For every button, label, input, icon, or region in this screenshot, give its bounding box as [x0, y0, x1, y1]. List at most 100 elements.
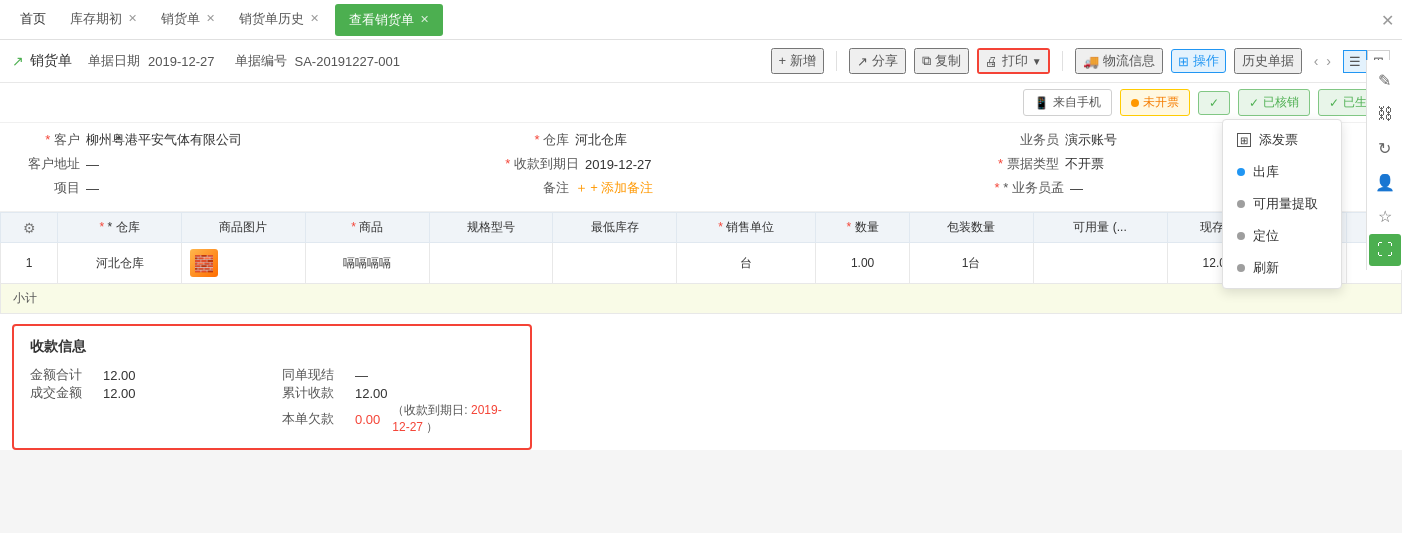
note-label: 备注 — [505, 179, 575, 197]
cumulative-label: 累计收款 — [282, 384, 347, 402]
dropdown-available-qty[interactable]: 可用量提取 — [1223, 188, 1341, 220]
tab-sales[interactable]: 销货单 ✕ — [149, 0, 227, 40]
table-wrapper: ⚙ * * 仓库 商品图片 * 商品 规格型号 最低库存 * 销售单位 * 数量… — [0, 212, 1402, 314]
tab-inventory[interactable]: 库存期初 ✕ — [58, 0, 149, 40]
cell-spec — [429, 243, 553, 284]
tab-sales-history-close[interactable]: ✕ — [310, 12, 319, 25]
table-header-row: ⚙ * * 仓库 商品图片 * 商品 规格型号 最低库存 * 销售单位 * 数量… — [1, 213, 1402, 243]
sidebar-expand-btn[interactable]: ⛶ — [1369, 234, 1401, 266]
dropdown-refresh[interactable]: 刷新 — [1223, 252, 1341, 284]
col-pack-qty: 包装数量 — [909, 213, 1033, 243]
window-close[interactable]: ✕ — [1381, 10, 1394, 29]
list-view-btn[interactable]: ☰ — [1343, 50, 1367, 73]
total-value: 12.00 — [103, 368, 136, 383]
address-value: — — [86, 157, 505, 172]
divider-1 — [836, 51, 837, 71]
add-note-btn[interactable]: ＋ + 添加备注 — [575, 179, 653, 197]
payment-col-left: 金额合计 12.00 成交金额 12.00 — [30, 366, 262, 436]
balance-row: 本单欠款 0.00 （收款到期日: 2019-12-27 ） — [282, 402, 514, 436]
cumulative-value: 12.00 — [355, 386, 388, 401]
col-warehouse: * * 仓库 — [58, 213, 182, 243]
doc-date-label: 单据日期 2019-12-27 — [88, 52, 215, 70]
operation-button[interactable]: ⊞ 操作 — [1171, 49, 1226, 73]
divider-2 — [1062, 51, 1063, 71]
cell-warehouse: 河北仓库 — [58, 243, 182, 284]
check-icon: ✓ — [1209, 96, 1219, 110]
dropdown-add-invoice[interactable]: ⊞ 添发票 — [1223, 124, 1341, 156]
same-order-row: 同单现结 — — [282, 366, 514, 384]
copy-button[interactable]: ⧉ 复制 — [914, 48, 969, 74]
nav-arrows: ‹ › — [1310, 51, 1335, 71]
cell-product-name: 嗝嗝嗝嗝 — [305, 243, 429, 284]
operation-dropdown: ⊞ 添发票 出库 可用量提取 定位 刷新 — [1222, 119, 1342, 289]
doc-header: ↗ 销货单 单据日期 2019-12-27 单据编号 SA-20191227-0… — [0, 40, 1402, 83]
logistics-icon: 🚚 — [1083, 54, 1099, 69]
employee-label: 业务员 — [995, 131, 1065, 149]
copy-icon: ⧉ — [922, 53, 931, 69]
locate-dot-icon — [1237, 232, 1245, 240]
ticket-type-label: * 票据类型 — [995, 155, 1065, 173]
from-phone-btn[interactable]: 📱 来自手机 — [1023, 89, 1112, 116]
not-open-btn[interactable]: 未开票 — [1120, 89, 1190, 116]
payment-grid: 金额合计 12.00 成交金额 12.00 同单现结 — 累计收款 12.00 — [30, 366, 514, 436]
same-order-value: — — [355, 368, 368, 383]
col-min-stock: 最低库存 — [553, 213, 677, 243]
share-icon: ↗ — [857, 54, 868, 69]
sidebar-refresh-btn[interactable]: ↻ — [1369, 132, 1401, 164]
check-btn[interactable]: ✓ — [1198, 91, 1230, 115]
col-spec: 规格型号 — [429, 213, 553, 243]
print-icon: 🖨 — [985, 54, 998, 69]
sidebar-star-btn[interactable]: ☆ — [1369, 200, 1401, 232]
due-date-label: * 收款到期日 — [505, 155, 585, 173]
col-product: * 商品 — [305, 213, 429, 243]
cell-qty: 1.00 — [816, 243, 909, 284]
print-button[interactable]: 🖨 打印 ▼ — [979, 50, 1048, 72]
doc-title: ↗ 销货单 — [12, 52, 72, 70]
tab-view-sales-close[interactable]: ✕ — [420, 13, 429, 26]
due-date-field: * 收款到期日 2019-12-27 — [505, 155, 994, 173]
tab-inventory-close[interactable]: ✕ — [128, 12, 137, 25]
tab-home[interactable]: 首页 — [8, 0, 58, 40]
transaction-value: 12.00 — [103, 386, 136, 401]
logistics-button[interactable]: 🚚 物流信息 — [1075, 48, 1163, 74]
tab-bar: 首页 库存期初 ✕ 销货单 ✕ 销货单历史 ✕ 查看销货单 ✕ ✕ — [0, 0, 1402, 40]
payment-section: 收款信息 金额合计 12.00 成交金额 12.00 同单现结 — 累计收款 — [12, 324, 532, 450]
cell-unit: 台 — [677, 243, 816, 284]
cumulative-row: 累计收款 12.00 — [282, 384, 514, 402]
refresh-dot-icon — [1237, 264, 1245, 272]
new-button[interactable]: + 新增 — [771, 48, 824, 74]
warehouse-label: * 仓库 — [505, 131, 575, 149]
transaction-row: 成交金额 12.00 — [30, 384, 262, 402]
cell-no: 1 — [1, 243, 58, 284]
void-check-icon: ✓ — [1249, 96, 1259, 110]
col-gear: ⚙ — [1, 213, 58, 243]
tab-view-sales[interactable]: 查看销货单 ✕ — [335, 4, 443, 36]
doc-number-label: 单据编号 SA-20191227-001 — [235, 52, 401, 70]
col-available: 可用量 (... — [1033, 213, 1167, 243]
tab-sales-close[interactable]: ✕ — [206, 12, 215, 25]
outbound-dot-icon — [1237, 168, 1245, 176]
tab-sales-history[interactable]: 销货单历史 ✕ — [227, 0, 331, 40]
col-qty: * 数量 — [816, 213, 909, 243]
voided-btn[interactable]: ✓ 已核销 — [1238, 89, 1310, 116]
sidebar-edit-btn[interactable]: ✎ — [1369, 64, 1401, 96]
product-image: 🧱 — [190, 249, 218, 277]
print-dropdown-arrow: ▼ — [1032, 56, 1042, 67]
table-row: 1 河北仓库 🧱 嗝嗝嗝嗝 台 1.00 1台 12.00 0. — [1, 243, 1402, 284]
share-button[interactable]: ↗ 分享 — [849, 48, 906, 74]
history-button[interactable]: 历史单据 — [1234, 48, 1302, 74]
prev-arrow[interactable]: ‹ — [1310, 51, 1323, 71]
cell-min-stock — [553, 243, 677, 284]
cell-pack-qty: 1台 — [909, 243, 1033, 284]
warehouse-value: 河北仓库 — [575, 131, 994, 149]
order-table: ⚙ * * 仓库 商品图片 * 商品 规格型号 最低库存 * 销售单位 * 数量… — [0, 212, 1402, 314]
sales-person-label: * * 业务员孟 — [995, 179, 1070, 197]
dropdown-locate[interactable]: 定位 — [1223, 220, 1341, 252]
sidebar-link-btn[interactable]: ⛓ — [1369, 98, 1401, 130]
dropdown-outbound[interactable]: 出库 — [1223, 156, 1341, 188]
transaction-label: 成交金额 — [30, 384, 95, 402]
next-arrow[interactable]: › — [1322, 51, 1335, 71]
project-label: 项目 — [16, 179, 86, 197]
circle-icon — [1131, 99, 1139, 107]
sidebar-user-btn[interactable]: 👤 — [1369, 166, 1401, 198]
